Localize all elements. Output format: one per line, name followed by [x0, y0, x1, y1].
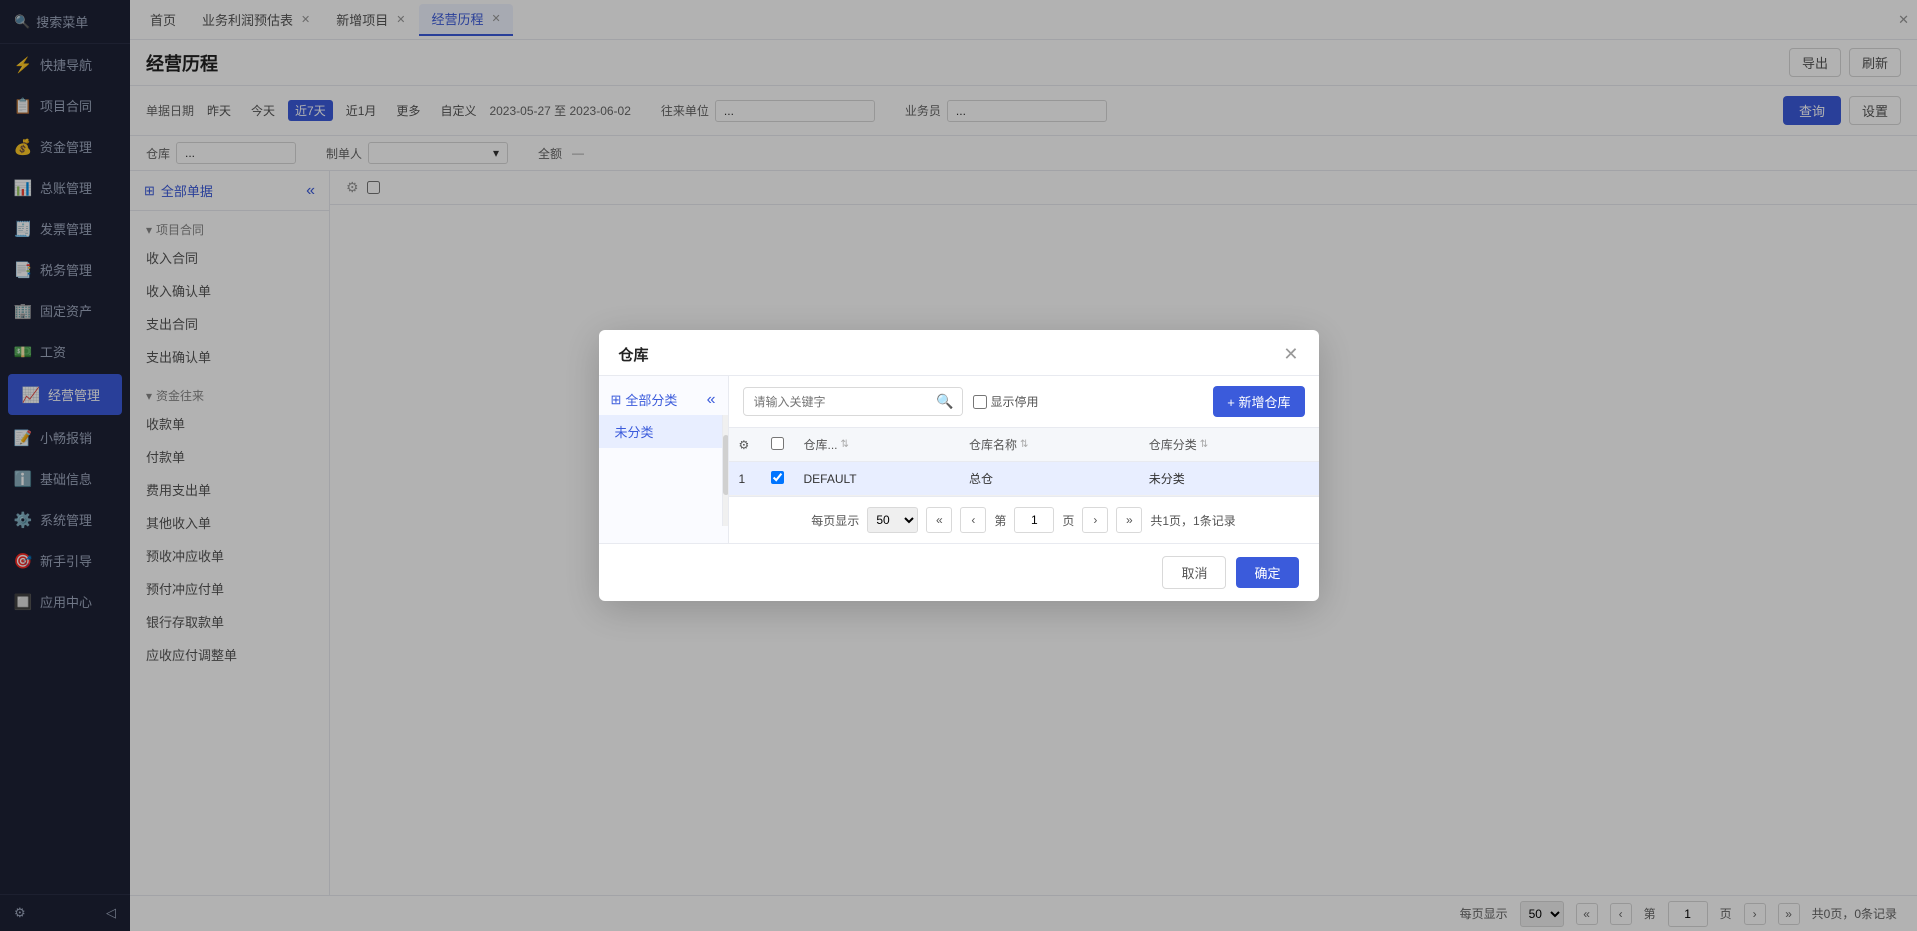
show-disabled-label: 显示停用 [991, 393, 1039, 410]
show-disabled-checkbox[interactable] [973, 395, 987, 409]
dialog-header: 仓库 ✕ [599, 330, 1319, 376]
th-name-label: 仓库名称 [969, 436, 1017, 453]
th-category-label: 仓库分类 [1149, 436, 1197, 453]
sort-icon-category: ⇅ [1200, 439, 1208, 450]
search-input[interactable] [744, 390, 929, 414]
last-page-btn[interactable]: » [1116, 507, 1142, 533]
per-page-label: 每页显示 [811, 512, 859, 529]
modal-overlay: 仓库 ✕ ⊞ 全部分类 « 未分类 [0, 0, 1917, 931]
cat-item-uncategorized[interactable]: 未分类 [599, 415, 728, 448]
category-icon: ⊞ [611, 392, 622, 408]
select-all-checkbox[interactable] [771, 437, 784, 450]
first-page-btn[interactable]: « [926, 507, 952, 533]
page-number-input[interactable] [1014, 507, 1054, 533]
warehouse-dialog: 仓库 ✕ ⊞ 全部分类 « 未分类 [599, 330, 1319, 601]
table-row[interactable]: 1 DEFAULT 总仓 未分类 [729, 462, 1319, 496]
dialog-right-panel: 🔍 显示停用 + 新增仓库 ⚙ [729, 376, 1319, 543]
cancel-button[interactable]: 取消 [1162, 556, 1226, 589]
row-checkbox[interactable] [771, 471, 784, 484]
th-code[interactable]: 仓库... ⇅ [794, 428, 960, 462]
th-settings[interactable]: ⚙ [729, 428, 761, 462]
warehouse-table: ⚙ 仓库... ⇅ [729, 428, 1319, 496]
td-code: DEFAULT [794, 462, 960, 496]
total-records-label: 共1页，1条记录 [1150, 512, 1235, 529]
td-settings: 1 [729, 462, 761, 496]
dialog-left-panel: ⊞ 全部分类 « 未分类 [599, 376, 729, 543]
th-category[interactable]: 仓库分类 ⇅ [1139, 428, 1319, 462]
left-panel-collapse-btn[interactable]: « [707, 391, 716, 409]
dialog-table-container: ⚙ 仓库... ⇅ [729, 428, 1319, 496]
td-category: 未分类 [1139, 462, 1319, 496]
dialog-pagination: 每页显示 50 10 20 100 « ‹ 第 页 › » 共1页，1条记录 [729, 496, 1319, 543]
dialog-toolbar: 🔍 显示停用 + 新增仓库 [729, 376, 1319, 428]
scrollbar-thumb [723, 435, 728, 495]
sort-icon-code: ⇅ [841, 439, 849, 450]
per-page-select[interactable]: 50 10 20 100 [867, 507, 918, 533]
next-page-btn[interactable]: › [1082, 507, 1108, 533]
th-settings-icon: ⚙ [739, 438, 750, 452]
dialog-body: ⊞ 全部分类 « 未分类 [599, 376, 1319, 543]
dialog-title: 仓库 [619, 344, 649, 365]
search-box: 🔍 [743, 387, 963, 416]
all-category-label: 全部分类 [625, 390, 677, 409]
page-suffix: 页 [1062, 512, 1074, 529]
prev-page-btn[interactable]: ‹ [960, 507, 986, 533]
confirm-button[interactable]: 确定 [1236, 557, 1298, 588]
th-code-label: 仓库... [804, 436, 838, 453]
search-button[interactable]: 🔍 [928, 388, 961, 415]
th-name[interactable]: 仓库名称 ⇅ [959, 428, 1139, 462]
page-label: 第 [994, 512, 1006, 529]
dialog-footer: 取消 确定 [599, 543, 1319, 601]
td-name: 总仓 [959, 462, 1139, 496]
all-category-header[interactable]: ⊞ 全部分类 « [599, 384, 728, 415]
left-panel-scrollbar[interactable] [722, 415, 728, 526]
cat-item-label: 未分类 [615, 425, 654, 440]
show-disabled-checkbox-group: 显示停用 [973, 393, 1039, 410]
sort-icon-name: ⇅ [1020, 439, 1028, 450]
th-checkbox [761, 428, 794, 462]
dialog-close-button[interactable]: ✕ [1283, 344, 1298, 365]
add-warehouse-button[interactable]: + 新增仓库 [1213, 386, 1304, 417]
td-checkbox [761, 462, 794, 496]
